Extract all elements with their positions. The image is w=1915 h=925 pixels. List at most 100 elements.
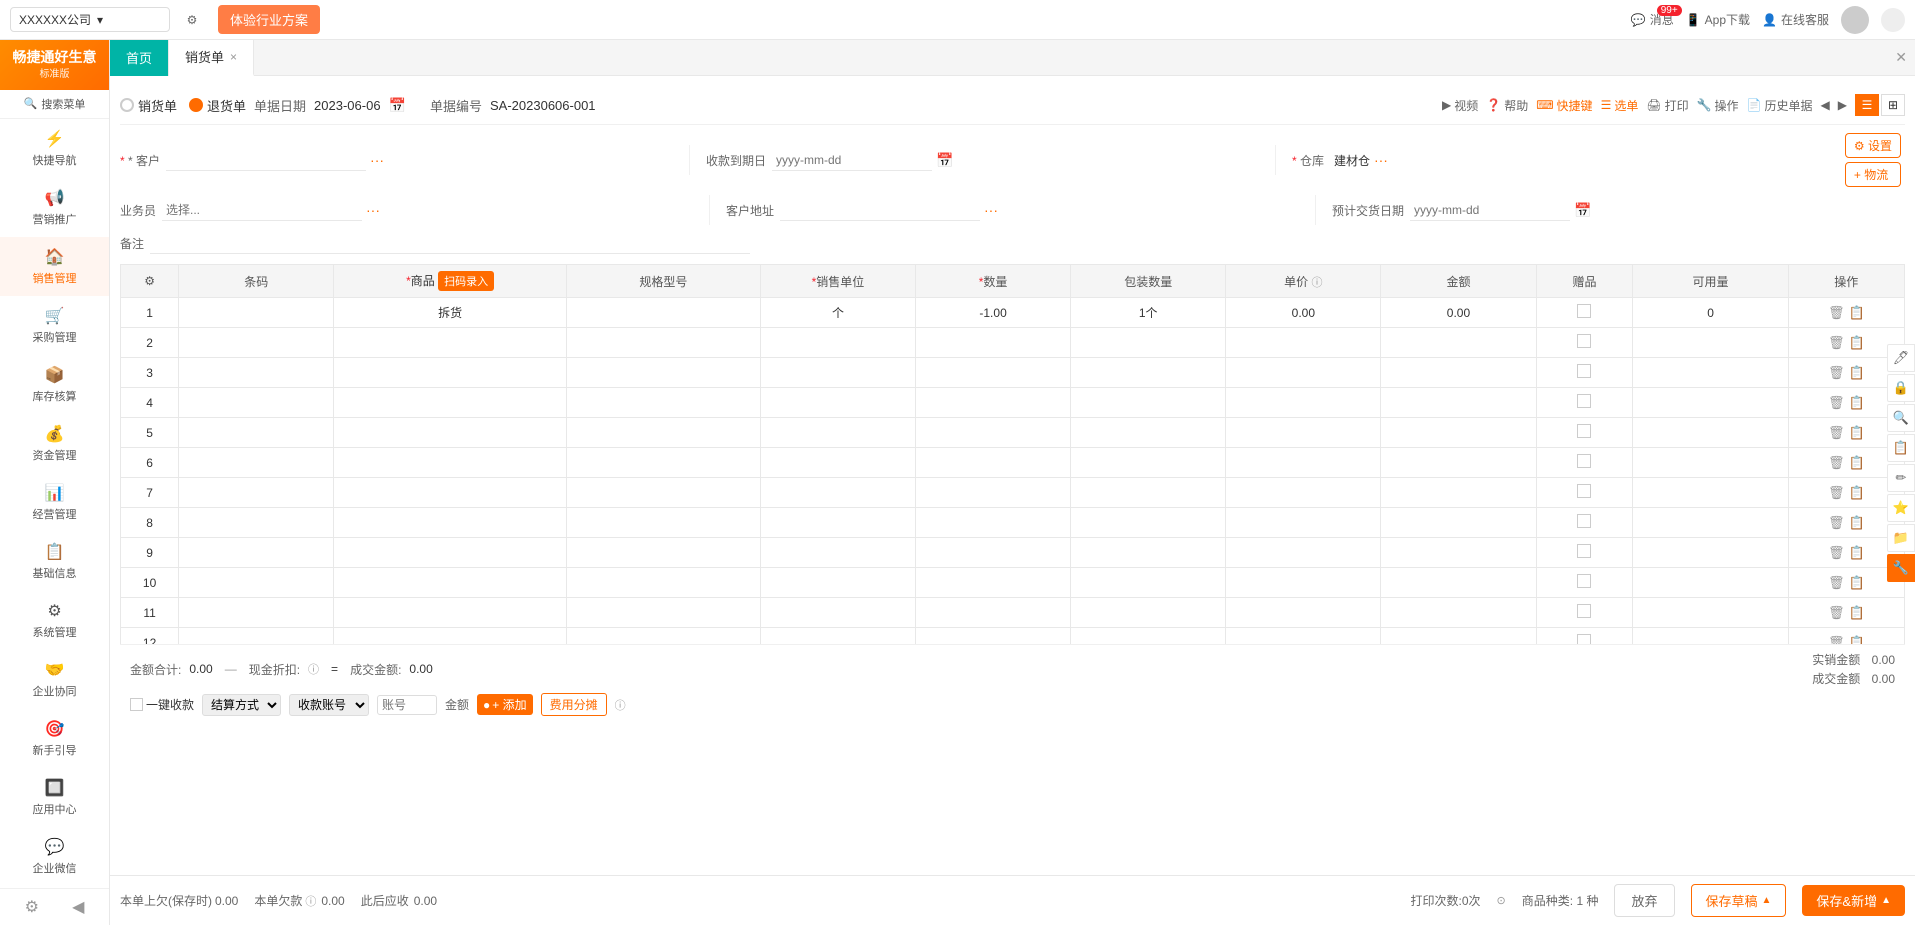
- row-price-5[interactable]: [1226, 448, 1381, 478]
- sidebar-item-purchase[interactable]: 🛒 采购管理: [0, 296, 109, 355]
- row-barcode-8[interactable]: [179, 538, 334, 568]
- notes-input[interactable]: [150, 233, 750, 254]
- row-unit-10[interactable]: [760, 598, 915, 628]
- sidebar-item-operation[interactable]: 📊 经营管理: [0, 473, 109, 532]
- row-amount-9[interactable]: [1381, 568, 1536, 598]
- row-unit-8[interactable]: [760, 538, 915, 568]
- sidebar-item-finance[interactable]: 💰 资金管理: [0, 414, 109, 473]
- row-product-7[interactable]: [334, 508, 567, 538]
- row-delete-10[interactable]: 🗑: [1828, 605, 1845, 621]
- print-btn[interactable]: 🖨 打印: [1646, 97, 1688, 114]
- row-gift-3[interactable]: [1536, 388, 1633, 418]
- save-new-btn[interactable]: 保存&新增 ▲: [1802, 885, 1905, 916]
- row-pack-3[interactable]: [1071, 388, 1226, 418]
- sidebar-collapse-btn[interactable]: ◀: [72, 897, 84, 917]
- row-price-2[interactable]: [1226, 358, 1381, 388]
- row-product-5[interactable]: [334, 448, 567, 478]
- float-btn-3[interactable]: 🔍: [1887, 404, 1915, 432]
- save-draft-btn[interactable]: 保存草稿 ▲: [1691, 884, 1787, 917]
- sidebar-item-inventory[interactable]: 📦 库存核算: [0, 355, 109, 414]
- row-barcode-10[interactable]: [179, 598, 334, 628]
- row-spec-0[interactable]: [566, 298, 760, 328]
- row-spec-10[interactable]: [566, 598, 760, 628]
- settlement-method-select[interactable]: 结算方式: [202, 694, 281, 716]
- row-qty-9[interactable]: [916, 568, 1071, 598]
- sidebar-search[interactable]: 🔍 搜索菜单: [0, 90, 109, 119]
- row-price-8[interactable]: [1226, 538, 1381, 568]
- row-product-3[interactable]: [334, 388, 567, 418]
- customer-addr-input[interactable]: [780, 200, 980, 221]
- float-btn-6[interactable]: ⭐: [1887, 494, 1915, 522]
- tab-home[interactable]: 首页: [110, 40, 169, 76]
- row-qty-5[interactable]: [916, 448, 1071, 478]
- row-product-6[interactable]: [334, 478, 567, 508]
- row-product-1[interactable]: [334, 328, 567, 358]
- grid-view-btn[interactable]: ⊞: [1881, 94, 1905, 116]
- customer-more-btn[interactable]: ···: [370, 152, 384, 168]
- row-product-10[interactable]: [334, 598, 567, 628]
- row-gift-10[interactable]: [1536, 598, 1633, 628]
- row-price-3[interactable]: [1226, 388, 1381, 418]
- one-click-pay-checkbox[interactable]: 一键收款: [130, 696, 194, 713]
- row-spec-1[interactable]: [566, 328, 760, 358]
- row-copy-11[interactable]: 📋: [1848, 635, 1864, 645]
- row-spec-5[interactable]: [566, 448, 760, 478]
- row-price-10[interactable]: [1226, 598, 1381, 628]
- row-copy-4[interactable]: 📋: [1848, 425, 1864, 441]
- row-spec-9[interactable]: [566, 568, 760, 598]
- row-copy-7[interactable]: 📋: [1848, 515, 1864, 531]
- row-copy-10[interactable]: 📋: [1848, 605, 1864, 621]
- row-product-9[interactable]: [334, 568, 567, 598]
- row-pack-4[interactable]: [1071, 418, 1226, 448]
- prev-btn[interactable]: ◀: [1821, 98, 1830, 112]
- float-btn-2[interactable]: 🔒: [1887, 374, 1915, 402]
- row-amount-10[interactable]: [1381, 598, 1536, 628]
- row-delete-5[interactable]: 🗑: [1828, 455, 1845, 471]
- row-barcode-7[interactable]: [179, 508, 334, 538]
- row-copy-3[interactable]: 📋: [1848, 395, 1864, 411]
- salesperson-more-btn[interactable]: ···: [366, 202, 380, 218]
- row-pack-10[interactable]: [1071, 598, 1226, 628]
- row-pack-9[interactable]: [1071, 568, 1226, 598]
- row-delete-6[interactable]: 🗑: [1828, 485, 1845, 501]
- row-pack-8[interactable]: [1071, 538, 1226, 568]
- row-delete-1[interactable]: 🗑: [1828, 335, 1845, 351]
- sidebar-item-wechat[interactable]: 💬 企业微信: [0, 827, 109, 886]
- row-product-4[interactable]: [334, 418, 567, 448]
- row-product-0[interactable]: 拆货: [334, 298, 567, 328]
- tab-close-btn[interactable]: ×: [230, 50, 237, 64]
- row-qty-1[interactable]: [916, 328, 1071, 358]
- row-amount-0[interactable]: 0.00: [1381, 298, 1536, 328]
- warehouse-more-btn[interactable]: ···: [1374, 152, 1388, 168]
- row-delete-2[interactable]: 🗑: [1828, 365, 1845, 381]
- online-service-btn[interactable]: 👤 在线客服: [1762, 11, 1829, 28]
- row-delete-4[interactable]: 🗑: [1828, 425, 1845, 441]
- float-btn-4[interactable]: 📋: [1887, 434, 1915, 462]
- row-unit-5[interactable]: [760, 448, 915, 478]
- row-gift-8[interactable]: [1536, 538, 1633, 568]
- row-amount-2[interactable]: [1381, 358, 1536, 388]
- row-product-8[interactable]: [334, 538, 567, 568]
- row-unit-2[interactable]: [760, 358, 915, 388]
- customer-input[interactable]: [166, 150, 366, 171]
- row-spec-2[interactable]: [566, 358, 760, 388]
- row-unit-1[interactable]: [760, 328, 915, 358]
- row-delete-0[interactable]: 🗑: [1828, 305, 1845, 321]
- row-delete-11[interactable]: 🗑: [1828, 635, 1845, 645]
- price-info-icon[interactable]: ⓘ: [1312, 277, 1323, 289]
- row-delete-8[interactable]: 🗑: [1828, 545, 1845, 561]
- history-btn[interactable]: 📄 历史单据: [1747, 97, 1813, 114]
- row-pack-0[interactable]: 1个: [1071, 298, 1226, 328]
- row-spec-8[interactable]: [566, 538, 760, 568]
- scan-barcode-btn[interactable]: 扫码录入: [438, 271, 494, 291]
- account-select[interactable]: 收款账号: [289, 694, 369, 716]
- row-price-0[interactable]: 0.00: [1226, 298, 1381, 328]
- row-qty-11[interactable]: [916, 628, 1071, 645]
- row-price-9[interactable]: [1226, 568, 1381, 598]
- row-qty-6[interactable]: [916, 478, 1071, 508]
- row-qty-3[interactable]: [916, 388, 1071, 418]
- row-amount-1[interactable]: [1381, 328, 1536, 358]
- tab-close-all[interactable]: ✕: [1895, 49, 1907, 66]
- row-qty-7[interactable]: [916, 508, 1071, 538]
- sidebar-item-appstore[interactable]: 🔲 应用中心: [0, 768, 109, 827]
